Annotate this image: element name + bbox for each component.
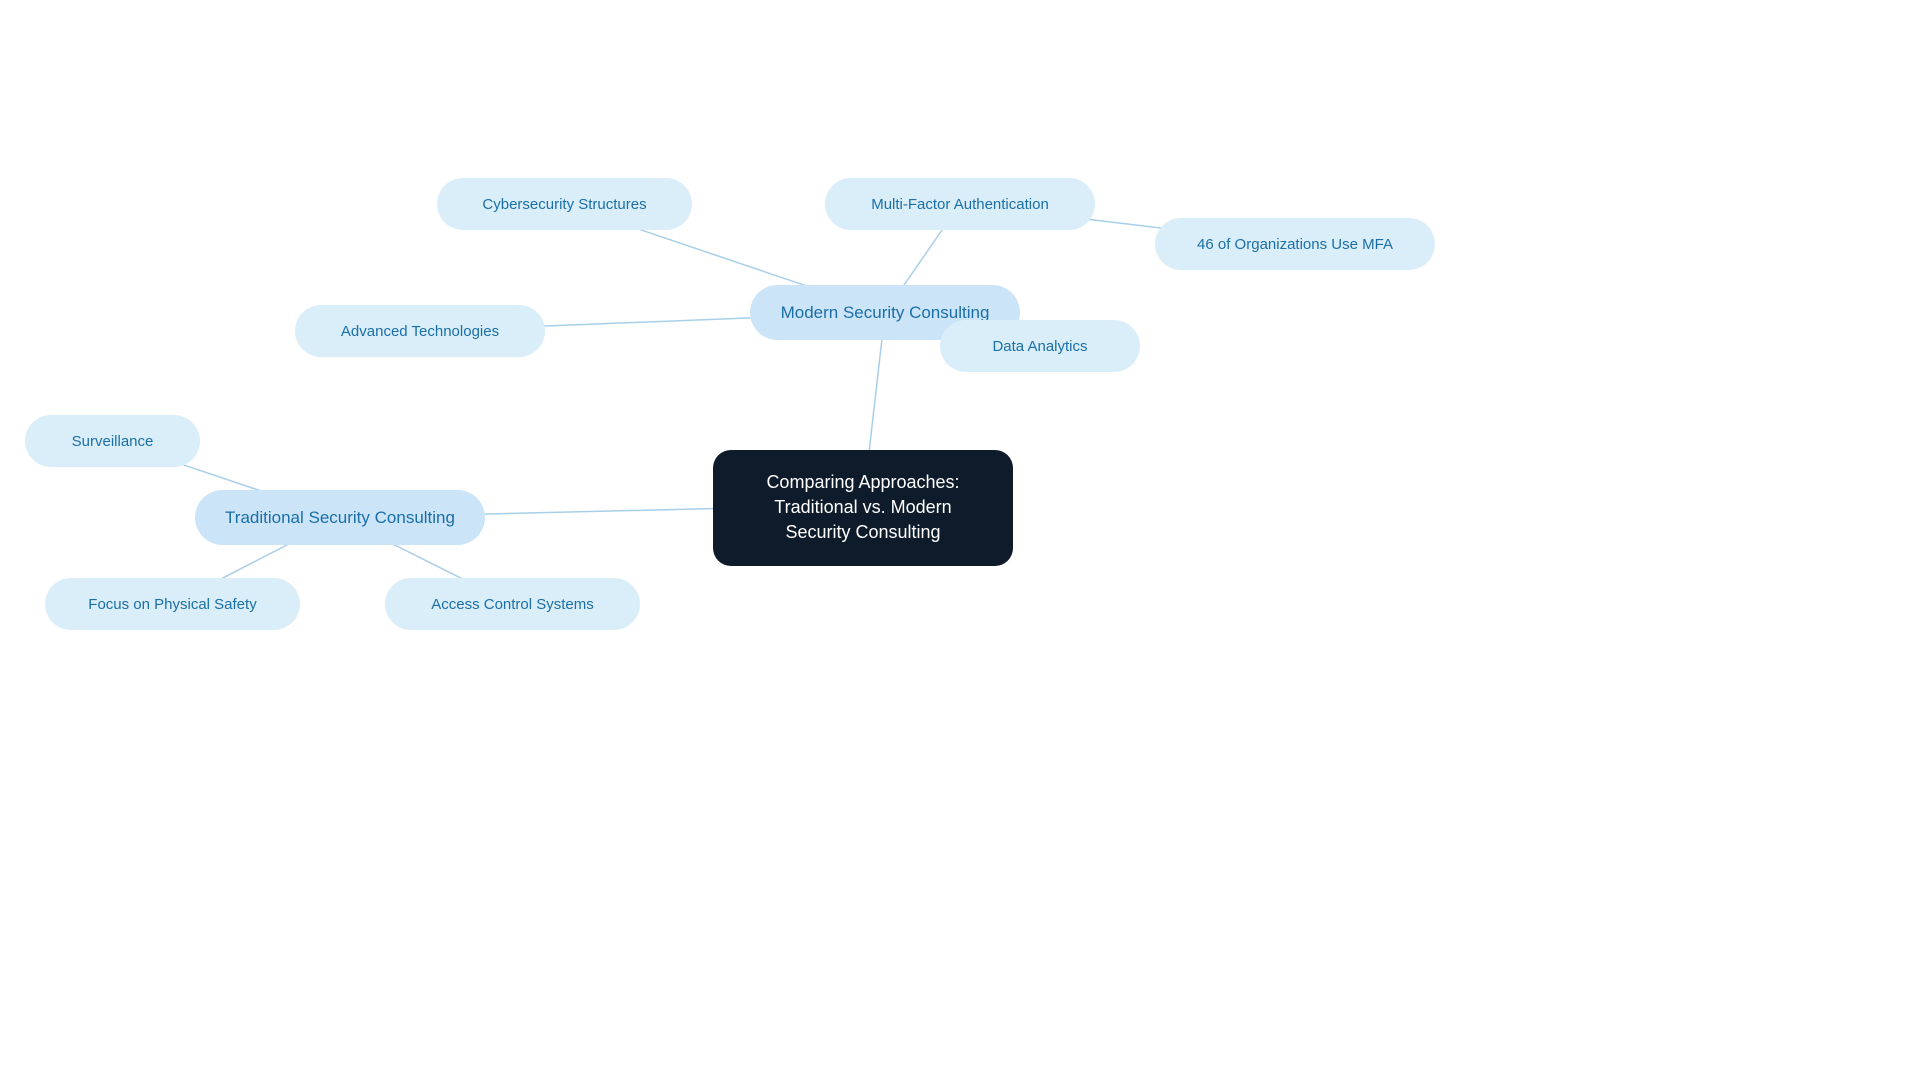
node-surveillance[interactable]: Surveillance <box>25 415 200 467</box>
node-center[interactable]: Comparing Approaches: Traditional vs. Mo… <box>713 450 1013 566</box>
node-cybersecurity[interactable]: Cybersecurity Structures <box>437 178 692 230</box>
mindmap-container: Comparing Approaches: Traditional vs. Mo… <box>0 0 1920 1083</box>
node-mfa[interactable]: Multi-Factor Authentication <box>825 178 1095 230</box>
node-mfa_stat[interactable]: 46 of Organizations Use MFA <box>1155 218 1435 270</box>
node-physical_safety[interactable]: Focus on Physical Safety <box>45 578 300 630</box>
node-traditional[interactable]: Traditional Security Consulting <box>195 490 485 545</box>
node-data_analytics[interactable]: Data Analytics <box>940 320 1140 372</box>
node-advanced[interactable]: Advanced Technologies <box>295 305 545 357</box>
node-access_control[interactable]: Access Control Systems <box>385 578 640 630</box>
